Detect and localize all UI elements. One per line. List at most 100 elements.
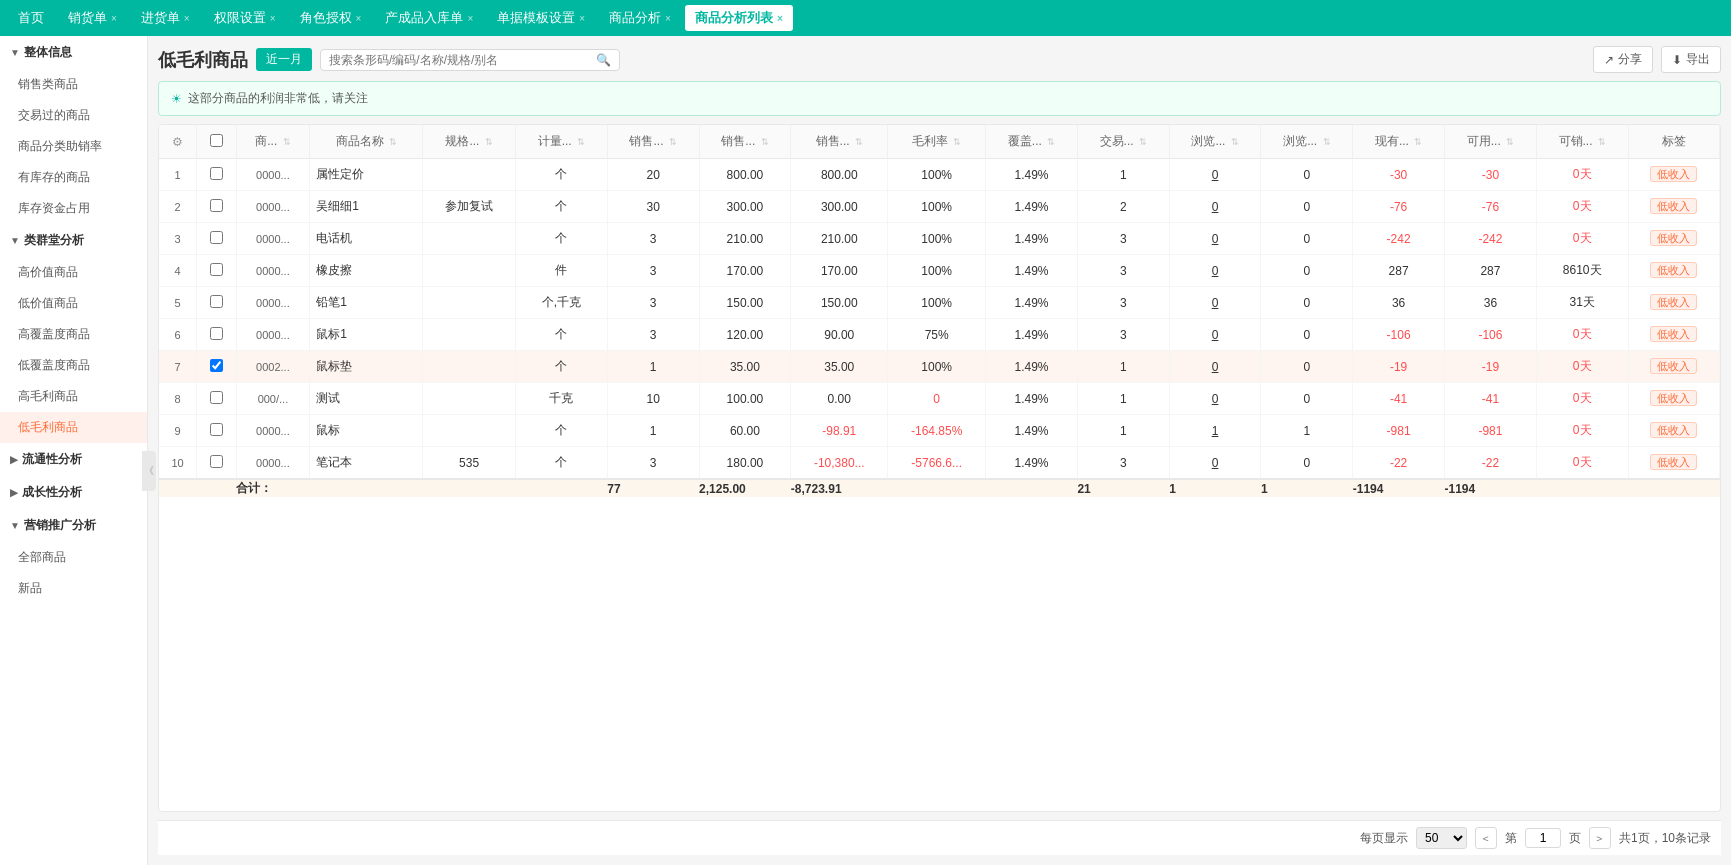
row-checkbox[interactable]: [210, 295, 223, 308]
col-sale-qty[interactable]: 销售... ⇅: [607, 125, 699, 159]
row-checkbox[interactable]: [210, 359, 223, 372]
nav-roles-close[interactable]: ×: [356, 13, 362, 24]
cell-browse1[interactable]: 0: [1169, 319, 1261, 351]
sidebar-item-sales-goods[interactable]: 销售类商品: [0, 69, 147, 100]
sidebar-item-category-rate[interactable]: 商品分类助销率: [0, 131, 147, 162]
col-browse2[interactable]: 浏览... ⇅: [1261, 125, 1353, 159]
row-checkbox[interactable]: [210, 199, 223, 212]
cell-checkbox[interactable]: [197, 159, 237, 191]
nav-template[interactable]: 单据模板设置 ×: [487, 5, 595, 31]
nav-analysis-list[interactable]: 商品分析列表 ×: [685, 5, 793, 31]
sidebar-item-low-value[interactable]: 低价值商品: [0, 288, 147, 319]
nav-purchase-close[interactable]: ×: [184, 13, 190, 24]
col-trade[interactable]: 交易... ⇅: [1077, 125, 1169, 159]
col-sale-amount[interactable]: 销售... ⇅: [791, 125, 888, 159]
cell-checkbox[interactable]: [197, 351, 237, 383]
col-name[interactable]: 商品名称 ⇅: [310, 125, 423, 159]
sidebar-collapse-button[interactable]: 《: [142, 451, 156, 491]
nav-sales[interactable]: 销货单 ×: [58, 5, 127, 31]
cell-name[interactable]: 吴细细1: [310, 191, 423, 223]
cell-checkbox[interactable]: [197, 287, 237, 319]
col-unit[interactable]: 计量... ⇅: [516, 125, 608, 159]
browse-link[interactable]: 0: [1212, 360, 1219, 374]
cell-name[interactable]: 电话机: [310, 223, 423, 255]
col-browse1[interactable]: 浏览... ⇅: [1169, 125, 1261, 159]
share-button[interactable]: ↗ 分享: [1593, 46, 1653, 73]
sidebar-item-inventory-capital[interactable]: 库存资金占用: [0, 193, 147, 224]
sidebar-item-low-coverage[interactable]: 低覆盖度商品: [0, 350, 147, 381]
cell-name[interactable]: 鼠标1: [310, 319, 423, 351]
nav-permissions[interactable]: 权限设置 ×: [204, 5, 286, 31]
filter-period-button[interactable]: 近一月: [256, 48, 312, 71]
cell-checkbox[interactable]: [197, 191, 237, 223]
cell-browse1[interactable]: 0: [1169, 223, 1261, 255]
col-tag[interactable]: 标签: [1628, 125, 1719, 159]
cell-checkbox[interactable]: [197, 415, 237, 447]
cell-browse1[interactable]: 0: [1169, 255, 1261, 287]
cell-name[interactable]: 笔记本: [310, 447, 423, 480]
sidebar-item-high-value[interactable]: 高价值商品: [0, 257, 147, 288]
sidebar-item-high-margin[interactable]: 高毛利商品: [0, 381, 147, 412]
nav-analysis-list-close[interactable]: ×: [777, 13, 783, 24]
sidebar-section-cluster[interactable]: ▼ 类群堂分析: [0, 224, 147, 257]
cell-checkbox[interactable]: [197, 255, 237, 287]
row-checkbox[interactable]: [210, 167, 223, 180]
sidebar-item-high-coverage[interactable]: 高覆盖度商品: [0, 319, 147, 350]
col-current[interactable]: 现有... ⇅: [1353, 125, 1445, 159]
nav-purchase[interactable]: 进货单 ×: [131, 5, 200, 31]
sidebar-section-growth[interactable]: ▶ 成长性分析: [0, 476, 147, 509]
browse-link[interactable]: 1: [1212, 424, 1219, 438]
cell-name[interactable]: 属性定价: [310, 159, 423, 191]
per-page-select[interactable]: 50 20 100: [1416, 827, 1467, 849]
cell-checkbox[interactable]: [197, 223, 237, 255]
row-checkbox[interactable]: [210, 263, 223, 276]
page-number-input[interactable]: [1525, 828, 1561, 848]
cell-name[interactable]: 鼠标: [310, 415, 423, 447]
browse-link[interactable]: 0: [1212, 328, 1219, 342]
sidebar-section-overall[interactable]: ▼ 整体信息: [0, 36, 147, 69]
sidebar-section-flow[interactable]: ▶ 流通性分析: [0, 443, 147, 476]
cell-name[interactable]: 橡皮擦: [310, 255, 423, 287]
sidebar-item-new-goods[interactable]: 新品: [0, 573, 147, 604]
sidebar-item-traded-goods[interactable]: 交易过的商品: [0, 100, 147, 131]
browse-link[interactable]: 0: [1212, 392, 1219, 406]
col-saleable[interactable]: 可销... ⇅: [1536, 125, 1628, 159]
select-all-checkbox[interactable]: [210, 134, 223, 147]
col-gross-margin[interactable]: 毛利率 ⇅: [888, 125, 986, 159]
col-gear[interactable]: ⚙: [159, 125, 197, 159]
export-button[interactable]: ⬇ 导出: [1661, 46, 1721, 73]
sidebar-item-stocked-goods[interactable]: 有库存的商品: [0, 162, 147, 193]
cell-checkbox[interactable]: [197, 447, 237, 480]
col-spec[interactable]: 规格... ⇅: [423, 125, 516, 159]
browse-link[interactable]: 0: [1212, 296, 1219, 310]
nav-home[interactable]: 首页: [8, 5, 54, 31]
browse-link[interactable]: 0: [1212, 200, 1219, 214]
cell-checkbox[interactable]: [197, 383, 237, 415]
row-checkbox[interactable]: [210, 423, 223, 436]
cell-name[interactable]: 鼠标垫: [310, 351, 423, 383]
cell-name[interactable]: 测试: [310, 383, 423, 415]
settings-icon[interactable]: ⚙: [172, 135, 183, 149]
browse-link[interactable]: 0: [1212, 168, 1219, 182]
cell-browse1[interactable]: 0: [1169, 351, 1261, 383]
nav-sales-close[interactable]: ×: [111, 13, 117, 24]
col-checkbox[interactable]: [197, 125, 237, 159]
cell-browse1[interactable]: 0: [1169, 447, 1261, 480]
cell-browse1[interactable]: 0: [1169, 383, 1261, 415]
cell-browse1[interactable]: 0: [1169, 159, 1261, 191]
next-page-button[interactable]: ＞: [1589, 827, 1611, 849]
cell-browse1[interactable]: 0: [1169, 191, 1261, 223]
sidebar-item-low-margin[interactable]: 低毛利商品: [0, 412, 147, 443]
cell-browse1[interactable]: 1: [1169, 415, 1261, 447]
col-available[interactable]: 可用... ⇅: [1445, 125, 1537, 159]
cell-browse1[interactable]: 0: [1169, 287, 1261, 319]
sidebar-section-marketing[interactable]: ▼ 营销推广分析: [0, 509, 147, 542]
cell-name[interactable]: 铅笔1: [310, 287, 423, 319]
browse-link[interactable]: 0: [1212, 456, 1219, 470]
row-checkbox[interactable]: [210, 231, 223, 244]
nav-products-close[interactable]: ×: [467, 13, 473, 24]
col-coverage[interactable]: 覆盖... ⇅: [986, 125, 1078, 159]
nav-products[interactable]: 产成品入库单 ×: [375, 5, 483, 31]
nav-analysis[interactable]: 商品分析 ×: [599, 5, 681, 31]
search-input[interactable]: [329, 53, 596, 67]
